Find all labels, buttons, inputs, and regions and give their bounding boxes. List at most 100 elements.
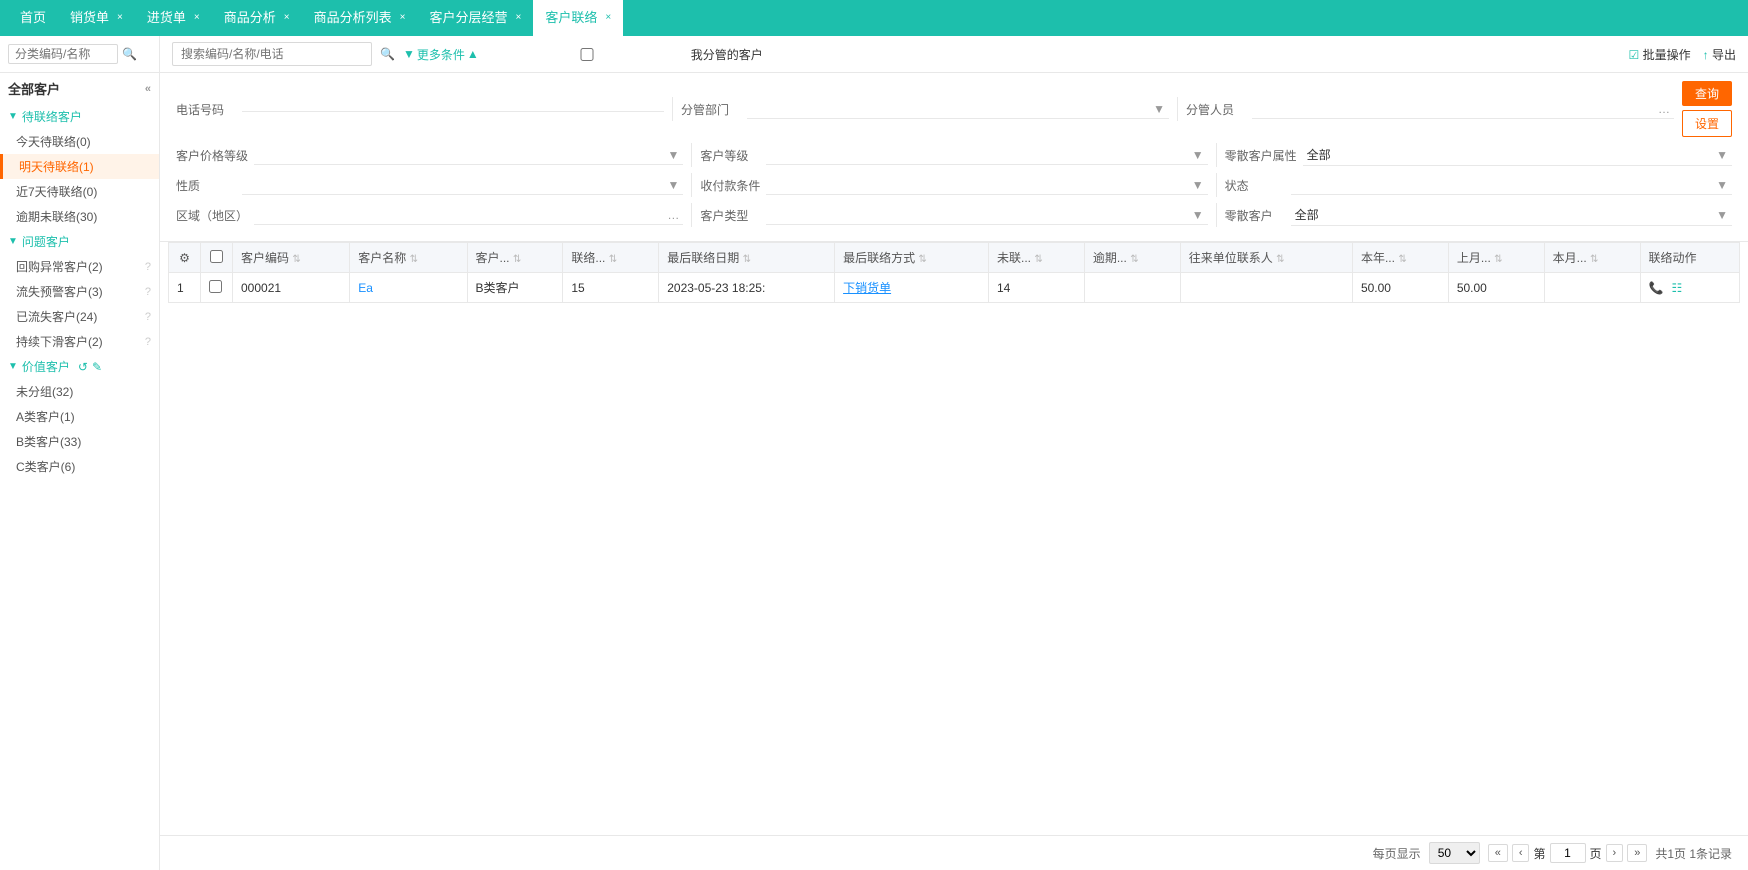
price-level-select[interactable]: ▼	[254, 146, 683, 165]
table-area: ⚙ 客户编码 ⇅ 客户名称 ⇅ 客户... ⇅	[160, 242, 1748, 835]
sidebar-search-button[interactable]: 🔍	[122, 47, 137, 61]
sidebar-item-class-c[interactable]: C类客户(6)	[0, 454, 159, 479]
search-icon[interactable]: 🔍	[380, 47, 395, 61]
sidebar-item-class-b[interactable]: B类客户(33)	[0, 429, 159, 454]
col-last-date-header[interactable]: 最后联络日期 ⇅	[659, 243, 835, 273]
filter-more-button[interactable]: ▼ 更多条件 ▲	[403, 46, 479, 63]
close-icon[interactable]: ×	[194, 0, 200, 36]
sidebar-item-declining[interactable]: 持续下滑客户(2) ?	[0, 329, 159, 354]
filter-customer-type: 客户类型 ▼	[700, 206, 1207, 225]
all-customers-header[interactable]: 全部客户 «	[0, 73, 159, 104]
triangle-icon: ▼	[8, 111, 18, 122]
nav-purchase[interactable]: 进货单 ×	[135, 0, 212, 36]
col-name-header[interactable]: 客户名称 ⇅	[350, 243, 467, 273]
col-last-month-header[interactable]: 上月... ⇅	[1448, 243, 1544, 273]
last-page-button[interactable]: »	[1627, 844, 1647, 862]
filter-region: 区域（地区） …	[176, 206, 683, 225]
row-overdue	[1084, 273, 1180, 303]
sort-icon: ⇅	[918, 254, 926, 265]
nav-customer-contact[interactable]: 客户联络 ×	[533, 0, 623, 36]
nature-select[interactable]: ▼	[242, 176, 683, 195]
chevron-up-icon: ▲	[467, 47, 479, 61]
col-unit-contact-header[interactable]: 往来单位联系人 ⇅	[1180, 243, 1352, 273]
close-icon[interactable]: ×	[400, 0, 406, 36]
nav-product-analysis[interactable]: 商品分析 ×	[212, 0, 302, 36]
col-last-way-header[interactable]: 最后联络方式 ⇅	[835, 243, 989, 273]
first-page-button[interactable]: «	[1488, 844, 1508, 862]
col-code-header[interactable]: 客户编码 ⇅	[233, 243, 350, 273]
col-this-month-header[interactable]: 本月... ⇅	[1544, 243, 1640, 273]
close-icon[interactable]: ×	[284, 0, 290, 36]
sidebar-item-overdue-contact[interactable]: 逾期未联络(30)	[0, 204, 159, 229]
close-icon[interactable]: ×	[515, 0, 521, 36]
sort-icon: ⇅	[1276, 254, 1284, 265]
retail-attr-select[interactable]: 全部▼	[1303, 144, 1732, 166]
sidebar-item-churn-warning[interactable]: 流失预警客户(3) ?	[0, 279, 159, 304]
close-icon[interactable]: ×	[605, 0, 611, 36]
footer: 每页显示 50 100 200 « ‹ 第 页 › » 共1页 1条记录	[160, 835, 1748, 870]
sort-icon: ⇅	[609, 254, 617, 265]
sidebar-item-ungrouped[interactable]: 未分组(32)	[0, 379, 159, 404]
filter-panel: 电话号码 分管部门 ▼ 分管人员 …	[160, 73, 1748, 242]
export-button[interactable]: ↑ 导出	[1703, 46, 1736, 63]
my-customer-checkbox[interactable]	[487, 48, 687, 61]
prev-page-button[interactable]: ‹	[1512, 844, 1530, 862]
status-select[interactable]: ▼	[1291, 176, 1732, 195]
sidebar-item-repurchase-abnormal[interactable]: 回购异常客户(2) ?	[0, 254, 159, 279]
per-page-select[interactable]: 50 100 200	[1429, 842, 1480, 864]
next-page-button[interactable]: ›	[1606, 844, 1624, 862]
help-icon: ?	[145, 336, 151, 348]
sidebar-item-today-contact[interactable]: 今天待联络(0)	[0, 129, 159, 154]
sidebar-item-7day-contact[interactable]: 近7天待联络(0)	[0, 179, 159, 204]
sidebar-search-input[interactable]	[8, 44, 118, 64]
sidebar-item-tomorrow-contact[interactable]: 明天待联络(1)	[0, 154, 159, 179]
filter-icon: ▼	[403, 47, 415, 61]
my-customer-checkbox-area[interactable]: 我分管的客户	[487, 46, 763, 63]
content-area: 🔍 ▼ 更多条件 ▲ 我分管的客户 ☑ 批量操作 ↑ 导出	[160, 36, 1748, 870]
pagination: « ‹ 第 页 › »	[1488, 843, 1648, 863]
phone-action-icon[interactable]: 📞	[1649, 281, 1664, 295]
customer-level-select[interactable]: ▼	[766, 146, 1207, 165]
nav-home[interactable]: 首页	[8, 0, 58, 36]
query-button[interactable]: 查询	[1682, 81, 1732, 106]
batch-ops-button[interactable]: ☑ 批量操作	[1629, 46, 1691, 63]
filter-row-1: 电话号码 分管部门 ▼ 分管人员 …	[176, 81, 1732, 137]
refresh-icon[interactable]: ↺	[78, 360, 88, 374]
sidebar-item-churned[interactable]: 已流失客户(24) ?	[0, 304, 159, 329]
col-checkbox-header[interactable]	[201, 243, 233, 273]
row-last-date: 2023-05-23 18:25:	[659, 273, 835, 303]
sidebar-item-class-a[interactable]: A类客户(1)	[0, 404, 159, 429]
dept-select[interactable]: ▼	[747, 100, 1169, 119]
select-all-checkbox[interactable]	[210, 250, 223, 263]
grid-action-icon[interactable]: ☷	[1671, 281, 1682, 295]
nav-sales[interactable]: 销货单 ×	[58, 0, 135, 36]
row-select-checkbox[interactable]	[209, 280, 222, 293]
customer-type-select[interactable]: ▼	[766, 206, 1207, 225]
retail-customer-select[interactable]: 全部▼	[1291, 204, 1732, 226]
col-this-year-header[interactable]: 本年... ⇅	[1352, 243, 1448, 273]
row-checkbox[interactable]	[201, 273, 233, 303]
customer-table: ⚙ 客户编码 ⇅ 客户名称 ⇅ 客户... ⇅	[168, 242, 1740, 303]
phone-input[interactable]	[242, 107, 664, 112]
col-contact-header[interactable]: 联络... ⇅	[563, 243, 659, 273]
manager-select[interactable]: …	[1252, 100, 1674, 119]
col-no-contact-header[interactable]: 未联... ⇅	[988, 243, 1084, 273]
row-name[interactable]: Ea	[350, 273, 467, 303]
col-settings-header[interactable]: ⚙	[169, 243, 201, 273]
close-icon[interactable]: ×	[117, 0, 123, 36]
col-type-header[interactable]: 客户... ⇅	[467, 243, 563, 273]
edit-icon[interactable]: ✎	[92, 360, 102, 374]
page-input[interactable]	[1550, 843, 1586, 863]
last-way-link[interactable]: 下销货单	[843, 281, 891, 295]
region-select[interactable]: …	[254, 206, 683, 225]
col-overdue-header[interactable]: 逾期... ⇅	[1084, 243, 1180, 273]
row-last-way[interactable]: 下销货单	[835, 273, 989, 303]
payment-terms-select[interactable]: ▼	[766, 176, 1207, 195]
nav-customer-segment[interactable]: 客户分层经营 ×	[417, 0, 533, 36]
filter-dept: 分管部门 ▼	[681, 100, 1169, 119]
search-input[interactable]	[172, 42, 372, 66]
nav-product-analysis-table[interactable]: 商品分析列表 ×	[302, 0, 418, 36]
problem-section: ▼ 问题客户	[0, 229, 159, 254]
sort-icon: ⇅	[1590, 254, 1598, 265]
settings-button[interactable]: 设置	[1682, 110, 1732, 137]
